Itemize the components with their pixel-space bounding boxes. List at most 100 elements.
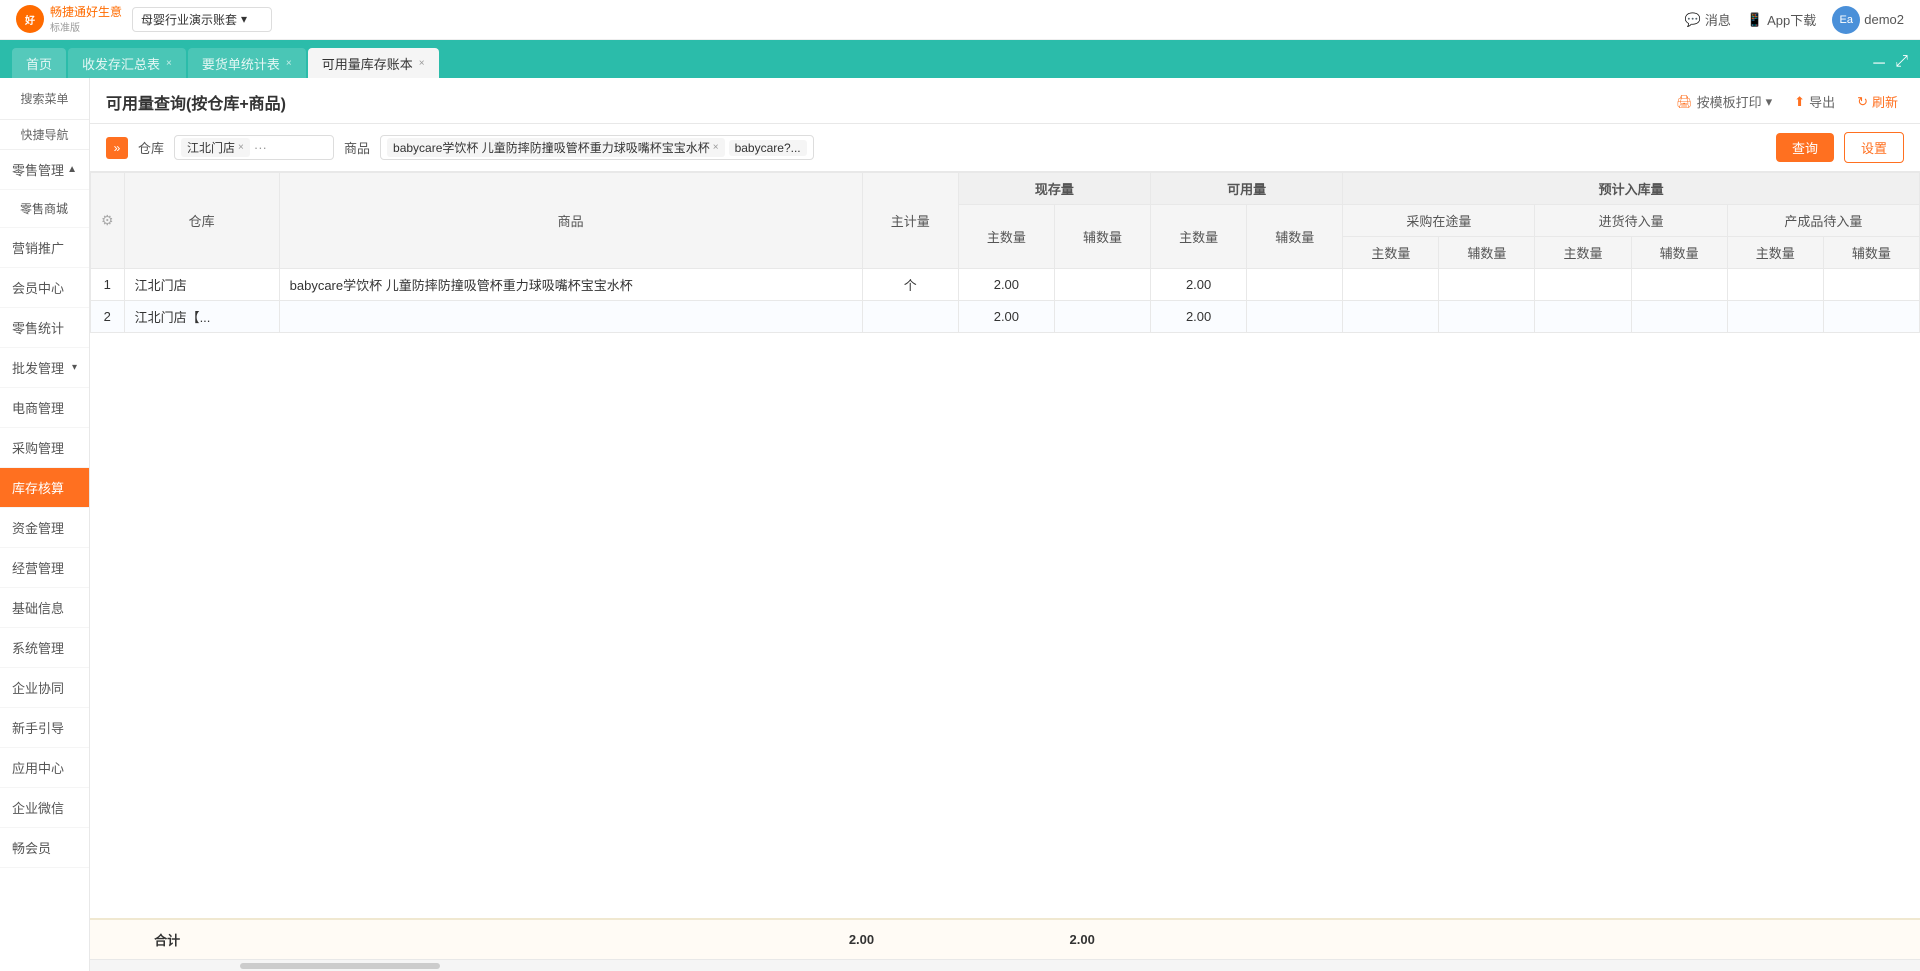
- sidebar-item-caigou[interactable]: 采购管理: [0, 428, 89, 468]
- row-current-main: 2.00: [958, 269, 1054, 301]
- page-title: 可用量查询(按仓库+商品): [106, 90, 286, 114]
- sidebar-item-zijin-label: 资金管理: [12, 518, 64, 537]
- sidebar-item-lingxiaoshangcheng[interactable]: 零售商城: [0, 190, 89, 228]
- product-label: 商品: [344, 138, 370, 157]
- industry-select[interactable]: 母婴行业演示账套 ▾: [132, 7, 272, 32]
- sidebar-item-lingxiaotongji-label: 零售统计: [12, 318, 64, 337]
- row-available-main: 2.00: [1151, 301, 1247, 333]
- sidebar-item-yingxiao-label: 营销推广: [12, 238, 64, 257]
- refresh-label: 刷新: [1872, 92, 1898, 111]
- col-productionpending-aux: 辅数量: [1823, 237, 1919, 269]
- scroll-thumb[interactable]: [240, 963, 440, 969]
- minimize-icon[interactable]: －: [1871, 50, 1887, 74]
- print-label: 按模板打印: [1697, 92, 1762, 111]
- search-menu-button[interactable]: 搜索菜单: [8, 86, 81, 111]
- print-icon: 🖨: [1676, 94, 1693, 110]
- export-button[interactable]: ⬆ 导出: [1788, 88, 1841, 115]
- warehouse-filter[interactable]: 江北门店 × ···: [174, 135, 334, 160]
- col-setting-header: ⚙: [91, 173, 125, 269]
- sidebar-search[interactable]: 搜索菜单: [0, 78, 89, 120]
- logo-area: 好 畅捷通好生意 标准版: [16, 5, 122, 34]
- warehouse-tag-remove[interactable]: ×: [238, 142, 244, 153]
- tab-shoufacun[interactable]: 收发存汇总表 ×: [68, 48, 186, 78]
- avatar-initials: Ea: [1840, 14, 1853, 26]
- tab-bar: 首页 收发存汇总表 × 要货单统计表 × 可用量库存账本 × － ⤢: [0, 40, 1920, 78]
- sidebar-item-qiye[interactable]: 企业协同: [0, 668, 89, 708]
- sidebar-item-kucun[interactable]: 库存核算: [0, 468, 89, 508]
- footer-label: 合计: [144, 926, 282, 953]
- product-filter[interactable]: babycare学饮杯 儿童防摔防撞吸管杯重力球吸嘴杯宝宝水杯 × babyca…: [380, 135, 814, 160]
- logo-icon: 好: [16, 5, 44, 33]
- col-incomingpending-main: 主数量: [1535, 237, 1631, 269]
- tab-yaohuo-close[interactable]: ×: [286, 58, 292, 69]
- tab-keyong-close[interactable]: ×: [419, 58, 425, 69]
- row-production-aux: [1823, 301, 1919, 333]
- sidebar-item-qiyeweixin-label: 企业微信: [12, 798, 64, 817]
- tab-keyong[interactable]: 可用量库存账本 ×: [308, 48, 439, 78]
- sidebar-item-changhui[interactable]: 畅会员: [0, 828, 89, 868]
- table-row: 1 江北门店 babycare学饮杯 儿童防摔防撞吸管杯重力球吸嘴杯宝宝水杯 个…: [91, 269, 1920, 301]
- export-icon: ⬆: [1794, 94, 1805, 110]
- top-bar-left: 好 畅捷通好生意 标准版 母婴行业演示账套 ▾: [16, 5, 272, 34]
- product-tag-remove[interactable]: ×: [713, 142, 719, 153]
- sidebar-item-dianshang[interactable]: 电商管理: [0, 388, 89, 428]
- refresh-icon: ↻: [1857, 94, 1868, 110]
- sidebar-item-lingxiao[interactable]: 零售管理 ▲: [0, 150, 89, 190]
- user-menu[interactable]: Ea demo2: [1832, 6, 1904, 34]
- product-tag-label: babycare学饮杯 儿童防摔防撞吸管杯重力球吸嘴杯宝宝水杯: [393, 139, 710, 156]
- row-purchaseonway-main: [1343, 269, 1439, 301]
- row-available-aux: [1247, 269, 1343, 301]
- export-label: 导出: [1809, 92, 1835, 111]
- row-purchaseonway-aux: [1439, 269, 1535, 301]
- sidebar-item-yingyong[interactable]: 应用中心: [0, 748, 89, 788]
- sidebar-item-pifa[interactable]: 批发管理 ▾: [0, 348, 89, 388]
- warehouse-more-dots[interactable]: ···: [254, 140, 267, 155]
- app-download-label: App下载: [1767, 10, 1816, 29]
- sidebar-item-lingxiaotongji[interactable]: 零售统计: [0, 308, 89, 348]
- tab-yaohuo[interactable]: 要货单统计表 ×: [188, 48, 306, 78]
- tab-yaohuo-label: 要货单统计表: [202, 54, 280, 73]
- row-incoming-aux: [1631, 301, 1727, 333]
- horizontal-scrollbar[interactable]: [90, 959, 1920, 971]
- table-row: 2 江北门店【... 2.00 2.00: [91, 301, 1920, 333]
- row-purchaseonway-main: [1343, 301, 1439, 333]
- message-icon: 💬: [1685, 12, 1701, 28]
- sidebar-item-qiyeweixin[interactable]: 企业微信: [0, 788, 89, 828]
- print-button[interactable]: 🖨 按模板打印 ▾: [1670, 88, 1778, 115]
- sidebar: 搜索菜单 快捷导航 零售管理 ▲ 零售商城 营销推广 会员中心 零售统计 批发管…: [0, 78, 90, 971]
- settings-button[interactable]: 设置: [1844, 132, 1904, 163]
- sidebar-item-huiyuan[interactable]: 会员中心: [0, 268, 89, 308]
- sidebar-item-kucun-label: 库存核算: [12, 478, 64, 497]
- gear-icon[interactable]: ⚙: [101, 212, 114, 228]
- sidebar-item-jichu[interactable]: 基础信息: [0, 588, 89, 628]
- row-incoming-main: [1535, 269, 1631, 301]
- row-product: [279, 301, 862, 333]
- footer-available-main: 2.00: [1027, 926, 1137, 953]
- refresh-button[interactable]: ↻ 刷新: [1851, 88, 1904, 115]
- row-product: babycare学饮杯 儿童防摔防撞吸管杯重力球吸嘴杯宝宝水杯: [279, 269, 862, 301]
- expand-filter-button[interactable]: »: [106, 137, 128, 159]
- sidebar-item-jingying[interactable]: 经营管理: [0, 548, 89, 588]
- sidebar-item-xinshou[interactable]: 新手引导: [0, 708, 89, 748]
- tab-home[interactable]: 首页: [12, 48, 66, 78]
- quick-nav-button[interactable]: 快捷导航: [0, 120, 89, 150]
- tab-shoufacun-close[interactable]: ×: [166, 58, 172, 69]
- query-button[interactable]: 查询: [1776, 133, 1834, 162]
- table-container: ⚙ 仓库 商品 主计量 现存量 可用量 预计入库量 主数量 辅数量 主数量 辅数…: [90, 172, 1920, 918]
- sidebar-item-huiyuan-label: 会员中心: [12, 278, 64, 297]
- message-label: 消息: [1705, 10, 1731, 29]
- sidebar-item-zijin[interactable]: 资金管理: [0, 508, 89, 548]
- top-bar: 好 畅捷通好生意 标准版 母婴行业演示账套 ▾ 💬 消息 📱 App下载 Ea …: [0, 0, 1920, 40]
- sidebar-item-qiye-label: 企业协同: [12, 678, 64, 697]
- filter-bar: » 仓库 江北门店 × ··· 商品 babycare学饮杯 儿童防摔防撞吸管杯…: [90, 124, 1920, 172]
- maximize-icon[interactable]: ⤢: [1895, 53, 1908, 71]
- message-button[interactable]: 💬 消息: [1685, 10, 1731, 29]
- sidebar-item-xitong[interactable]: 系统管理: [0, 628, 89, 668]
- app-download-button[interactable]: 📱 App下载: [1747, 10, 1816, 29]
- col-available-aux-header: 辅数量: [1247, 205, 1343, 269]
- tab-shoufacun-label: 收发存汇总表: [82, 54, 160, 73]
- sidebar-item-jingying-label: 经营管理: [12, 558, 64, 577]
- sidebar-item-yingyong-label: 应用中心: [12, 758, 64, 777]
- col-current-main-header: 主数量: [958, 205, 1054, 269]
- sidebar-item-yingxiao[interactable]: 营销推广: [0, 228, 89, 268]
